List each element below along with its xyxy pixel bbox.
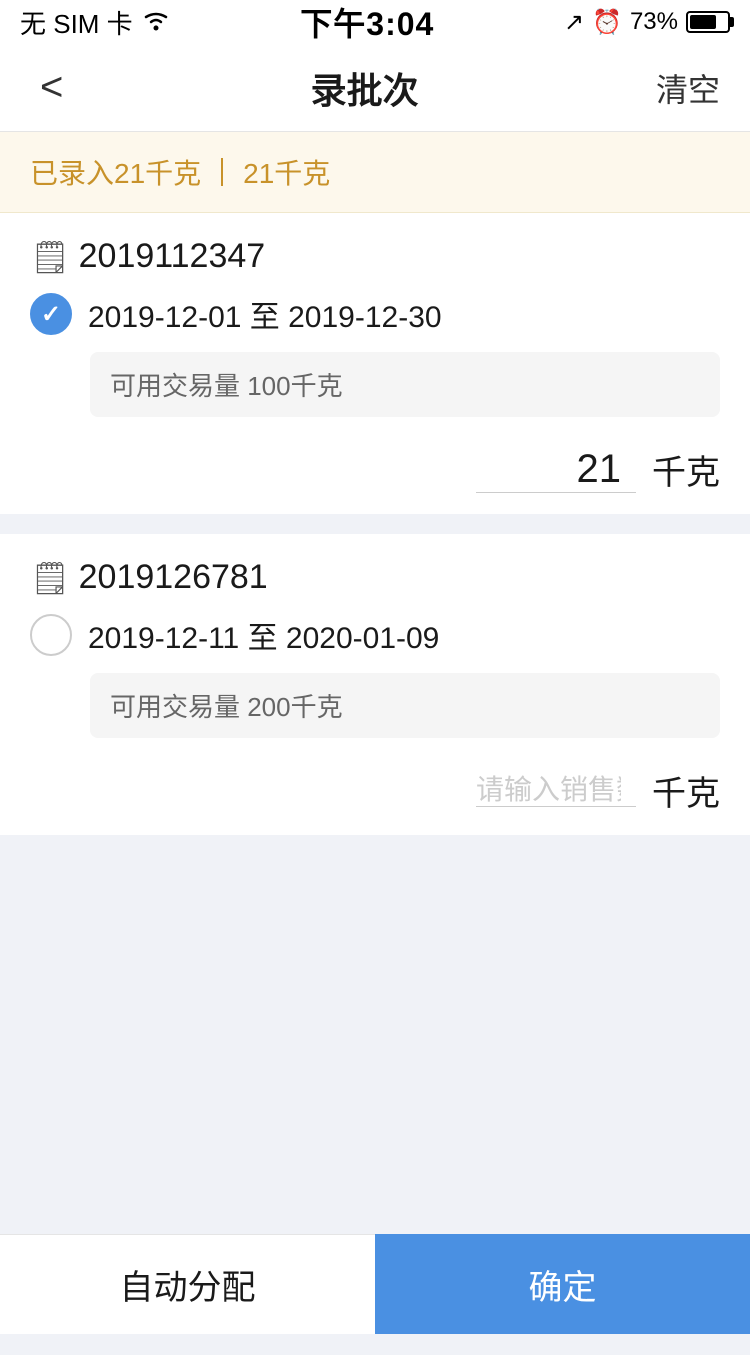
batch-2-id: 2019126781 [79,558,268,597]
recorded-value: 21千克 [243,152,330,192]
carrier-text: 无 SIM 卡 [20,4,133,41]
confirm-button[interactable]: 确定 [375,1234,750,1334]
batch-2-row[interactable]: 2019-12-11 至 2020-01-09 [0,605,750,669]
batch-2-date: 2019-12-11 至 2020-01-09 [88,613,439,657]
nav-bar: < 录批次 清空 [0,44,750,132]
batch-1-radio[interactable] [30,293,72,335]
batch-2-input-row: 千克 [0,750,750,835]
info-divider [221,158,223,186]
batch-card-2: 🗒 2019126781 2019-12-11 至 2020-01-09 可用交… [0,534,750,835]
info-bar: 已录入21千克 21千克 [0,132,750,213]
bottom-bar: 自动分配 确定 [0,1234,750,1334]
clear-button[interactable]: 清空 [656,65,720,111]
batch-1-header: 🗒 2019112347 [0,213,750,284]
batch-1-input-row: 千克 [0,429,750,514]
batch-2-available: 可用交易量 200千克 [90,673,720,738]
section-divider-1 [0,514,750,534]
status-time: 下午3:04 [300,0,434,45]
batch-card-1: 🗒 2019112347 2019-12-01 至 2019-12-30 可用交… [0,213,750,514]
status-right: ↗ ⏰ 73% [564,8,730,37]
batch-2-header: 🗒 2019126781 [0,534,750,605]
battery-percent: 73% [630,8,678,36]
auto-distribute-button[interactable]: 自动分配 [0,1234,375,1334]
empty-area [0,855,750,1255]
batch-1-unit: 千克 [652,445,720,494]
batch-1-qty-input[interactable] [476,447,636,493]
section-divider-2 [0,835,750,855]
batch-2-qty-input[interactable] [476,774,636,807]
batch-2-radio[interactable] [30,614,72,656]
batch-1-date: 2019-12-01 至 2019-12-30 [88,292,442,336]
batch-2-unit: 千克 [652,766,720,815]
batch-1-available: 可用交易量 100千克 [90,352,720,417]
recorded-label: 已录入21千克 [30,152,201,192]
batch-1-id: 2019112347 [79,237,266,276]
back-button[interactable]: < [30,55,73,120]
alarm-icon: ⏰ [592,8,622,37]
batch-2-icon: 🗒 [30,559,71,597]
page-title: 录批次 [311,62,419,114]
batch-1-row[interactable]: 2019-12-01 至 2019-12-30 [0,284,750,348]
wifi-icon [141,7,171,38]
status-bar: 无 SIM 卡 下午3:04 ↗ ⏰ 73% [0,0,750,44]
battery-icon [686,11,730,33]
status-carrier: 无 SIM 卡 [20,4,171,41]
main-content: 已录入21千克 21千克 🗒 2019112347 2019-12-01 至 2… [0,132,750,1355]
batch-1-icon: 🗒 [30,238,71,276]
location-icon: ↗ [564,8,584,37]
